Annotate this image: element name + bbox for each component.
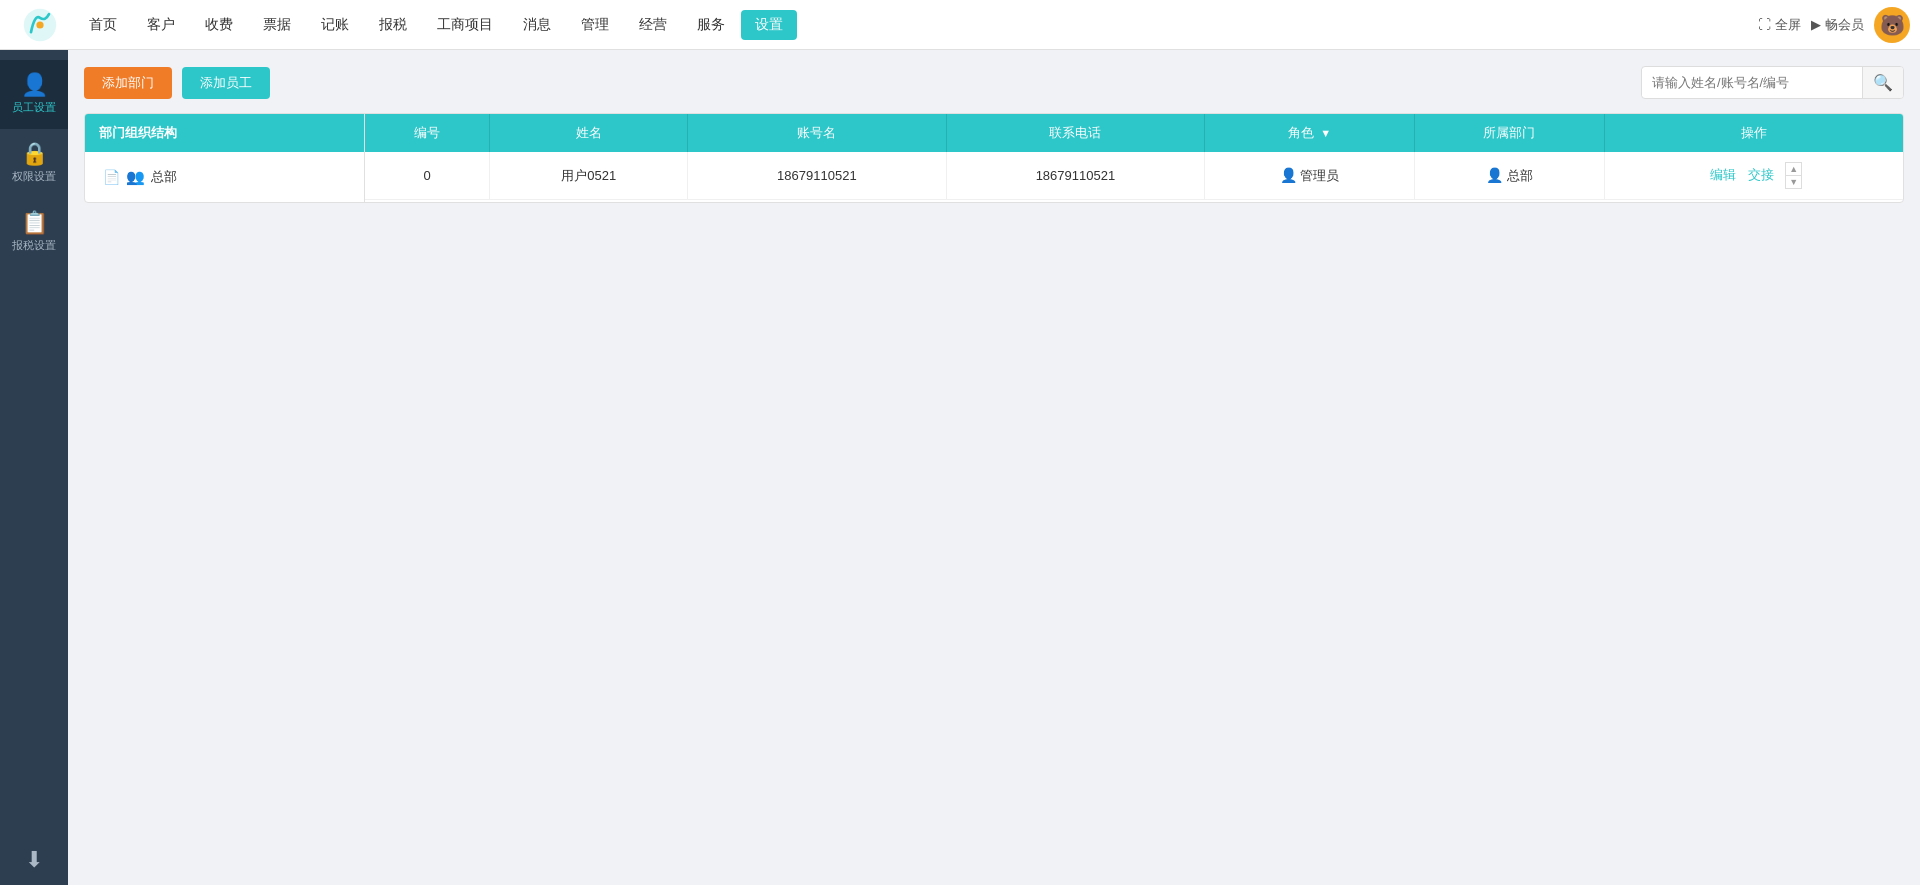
toolbar: 添加部门 添加员工 🔍: [84, 66, 1904, 99]
content-panels: 部门组织结构 📄 👥 总部 编号 姓名 账号名: [84, 113, 1904, 203]
dept-icon: 👤: [1486, 167, 1503, 183]
navbar: 首页 客户 收费 票据 记账 报税 工商项目 消息 管理 经营 服务 设置 ⛶ …: [0, 0, 1920, 50]
lock-icon: 🔒: [21, 143, 48, 165]
role-icon: 👤: [1280, 167, 1297, 183]
dept-user-icon: 👥: [126, 168, 145, 186]
add-emp-button[interactable]: 添加员工: [182, 67, 270, 99]
search-button[interactable]: 🔍: [1862, 67, 1903, 98]
col-phone: 联系电话: [946, 114, 1205, 152]
dept-panel-header: 部门组织结构: [85, 114, 364, 152]
dept-name: 总部: [151, 168, 177, 186]
emp-panel: 编号 姓名 账号名 联系电话 角色 ▼ 所属部门 操作: [365, 114, 1903, 202]
dept-tree-item-root[interactable]: 📄 👥 总部: [99, 162, 350, 192]
main-content: 添加部门 添加员工 🔍 部门组织结构 📄 👥 总部: [68, 50, 1920, 885]
sidebar-label-permission: 权限设置: [12, 169, 56, 184]
sidebar-download[interactable]: ⬇: [0, 835, 68, 885]
col-role: 角色 ▼: [1205, 114, 1414, 152]
col-dept: 所属部门: [1414, 114, 1604, 152]
col-id: 编号: [365, 114, 490, 152]
table-row: 0 用户0521 18679110521 18679110521 👤 管理员 👤…: [365, 152, 1903, 200]
scroll-up-btn[interactable]: ▲: [1786, 163, 1801, 176]
role-filter-icon[interactable]: ▼: [1320, 127, 1331, 139]
vip-icon: ▶: [1811, 17, 1821, 32]
download-icon: ⬇: [25, 849, 43, 871]
col-account: 账号名: [688, 114, 947, 152]
vip-btn[interactable]: ▶ 畅会员: [1811, 16, 1864, 34]
nav-message[interactable]: 消息: [509, 10, 565, 40]
dept-panel: 部门组织结构 📄 👥 总部: [85, 114, 365, 202]
navbar-right: ⛶ 全屏 ▶ 畅会员 🐻: [1758, 7, 1910, 43]
sidebar-item-tax-settings[interactable]: 📋 报税设置: [0, 198, 68, 267]
edit-link[interactable]: 编辑: [1710, 167, 1736, 182]
cell-dept: 👤 总部: [1414, 152, 1604, 200]
nav-commerce[interactable]: 工商项目: [423, 10, 507, 40]
col-action: 操作: [1604, 114, 1903, 152]
vip-label: 畅会员: [1825, 16, 1864, 34]
col-name: 姓名: [490, 114, 688, 152]
tax-settings-icon: 📋: [21, 212, 48, 234]
layout: 👤 员工设置 🔒 权限设置 📋 报税设置 ⬇ 添加部门 添加员工 🔍: [0, 50, 1920, 885]
cell-role: 👤 管理员: [1205, 152, 1414, 200]
nav-home[interactable]: 首页: [75, 10, 131, 40]
nav-account[interactable]: 记账: [307, 10, 363, 40]
handover-link[interactable]: 交接: [1748, 167, 1774, 182]
svg-point-1: [36, 21, 43, 28]
fullscreen-btn[interactable]: ⛶ 全屏: [1758, 16, 1801, 34]
sidebar-item-employee[interactable]: 👤 员工设置: [0, 60, 68, 129]
fullscreen-icon: ⛶: [1758, 17, 1771, 32]
search-input[interactable]: [1642, 69, 1862, 96]
fullscreen-label: 全屏: [1775, 16, 1801, 34]
nav-service[interactable]: 服务: [683, 10, 739, 40]
sidebar-item-permission[interactable]: 🔒 权限设置: [0, 129, 68, 198]
nav-settings[interactable]: 设置: [741, 10, 797, 40]
emp-table: 编号 姓名 账号名 联系电话 角色 ▼ 所属部门 操作: [365, 114, 1903, 200]
sidebar-bottom: ⬇: [0, 835, 68, 885]
logo: [10, 7, 70, 43]
sidebar-label-employee: 员工设置: [12, 100, 56, 115]
nav-fee[interactable]: 收费: [191, 10, 247, 40]
nav-customer[interactable]: 客户: [133, 10, 189, 40]
nav-bill[interactable]: 票据: [249, 10, 305, 40]
add-dept-button[interactable]: 添加部门: [84, 67, 172, 99]
cell-account: 18679110521: [688, 152, 947, 200]
nav-menu: 首页 客户 收费 票据 记账 报税 工商项目 消息 管理 经营 服务 设置: [75, 10, 1758, 40]
nav-operation[interactable]: 经营: [625, 10, 681, 40]
cell-action: 编辑 交接 ▲ ▼: [1604, 152, 1903, 200]
cell-phone: 18679110521: [946, 152, 1205, 200]
employee-icon: 👤: [21, 74, 48, 96]
file-icon: 📄: [103, 169, 120, 185]
cell-name: 用户0521: [490, 152, 688, 200]
nav-manage[interactable]: 管理: [567, 10, 623, 40]
search-box: 🔍: [1641, 66, 1904, 99]
avatar[interactable]: 🐻: [1874, 7, 1910, 43]
dept-tree: 📄 👥 总部: [85, 152, 364, 202]
scroll-down-btn[interactable]: ▼: [1786, 176, 1801, 188]
cell-id: 0: [365, 152, 490, 200]
sidebar: 👤 员工设置 🔒 权限设置 📋 报税设置 ⬇: [0, 50, 68, 885]
sidebar-label-tax-settings: 报税设置: [12, 238, 56, 253]
nav-tax[interactable]: 报税: [365, 10, 421, 40]
